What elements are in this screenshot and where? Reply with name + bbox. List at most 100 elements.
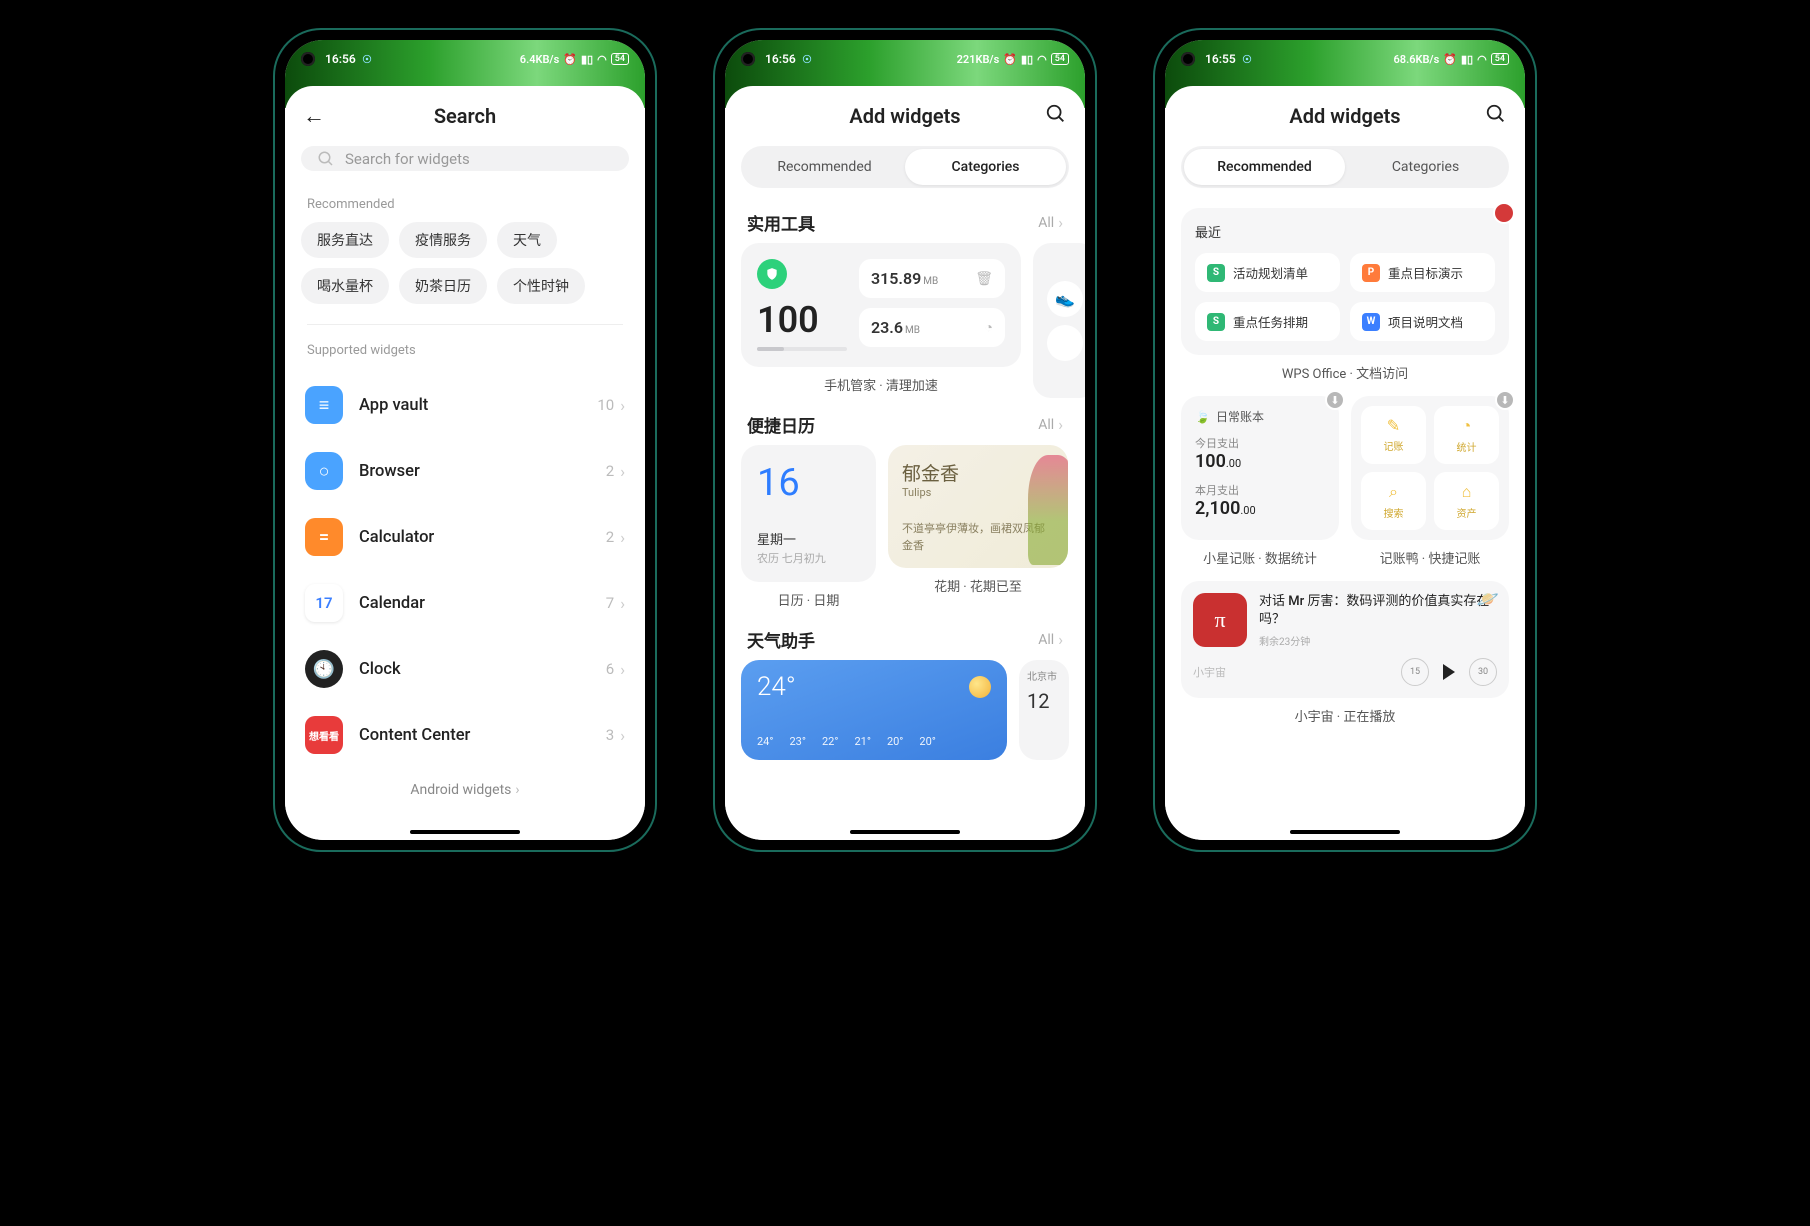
home-indicator[interactable] bbox=[850, 830, 960, 834]
quick-action[interactable]: ◔统计 bbox=[1434, 406, 1499, 464]
wps-doc-item[interactable]: S活动规划清单 bbox=[1195, 253, 1340, 292]
calendar-widget[interactable]: 16 星期一 农历 七月初九 bbox=[741, 445, 876, 582]
widget-carousel[interactable]: 24° 24° 23° 22° 21° 20° 20° 北京市 12 bbox=[725, 660, 1085, 760]
weather-temp: 24° bbox=[757, 672, 796, 702]
tab-recommended[interactable]: Recommended bbox=[1184, 149, 1345, 185]
widget-caption: 小宇宙 · 正在播放 bbox=[1165, 698, 1525, 729]
chip[interactable]: 服务直达 bbox=[301, 222, 389, 258]
podcast-remaining: 剩余23分钟 bbox=[1259, 633, 1497, 648]
chevron-right-icon: › bbox=[620, 726, 625, 745]
quick-actions-widget[interactable]: ⬇ ✎记账 ◔统计 ⌕搜索 ⌂资产 bbox=[1351, 396, 1509, 540]
section-header: 实用工具 All › bbox=[725, 196, 1085, 243]
search-icon[interactable] bbox=[1045, 103, 1067, 129]
chip[interactable]: 喝水量杯 bbox=[301, 268, 389, 304]
list-item[interactable]: = Calculator 2 › bbox=[301, 504, 629, 570]
all-link[interactable]: All bbox=[1038, 215, 1054, 231]
rewind-button[interactable]: 15 bbox=[1401, 658, 1429, 686]
chevron-right-icon: › bbox=[1058, 630, 1063, 649]
all-link[interactable]: All bbox=[1038, 632, 1054, 648]
status-right: 68.6KB/s ⏰ ▮▯ ◠ 54 bbox=[1394, 53, 1510, 66]
wallet-icon: ⌂ bbox=[1462, 482, 1472, 502]
quick-action[interactable]: ⌕搜索 bbox=[1361, 472, 1426, 530]
list-item[interactable]: ≡ App vault 10 › bbox=[301, 372, 629, 438]
chip[interactable]: 奶茶日历 bbox=[399, 268, 487, 304]
home-indicator[interactable] bbox=[410, 830, 520, 834]
android-widgets-link[interactable]: Android widgets› bbox=[285, 772, 645, 816]
phone-frame-1: 16:56 6.4KB/s ⏰ ▮▯ ◠ 54 ← Search Search … bbox=[275, 30, 655, 850]
chip[interactable]: 疫情服务 bbox=[399, 222, 487, 258]
tab-recommended[interactable]: Recommended bbox=[744, 149, 905, 185]
download-badge-icon: ⬇ bbox=[1495, 390, 1515, 410]
list-item[interactable]: ○ Browser 2 › bbox=[301, 438, 629, 504]
chevron-right-icon: › bbox=[620, 660, 625, 679]
alarm-icon: ⏰ bbox=[563, 53, 577, 66]
forward-button[interactable]: 30 bbox=[1469, 658, 1497, 686]
section-header: 便捷日历 All › bbox=[725, 398, 1085, 445]
tab-categories[interactable]: Categories bbox=[1345, 149, 1506, 185]
search-input[interactable]: Search for widgets bbox=[301, 146, 629, 171]
sun-icon bbox=[969, 676, 991, 698]
weather-widget[interactable]: 24° 24° 23° 22° 21° 20° 20° bbox=[741, 660, 1007, 760]
podcast-title: 对话 Mr 厉害：数码评测的价值真实存在吗？ bbox=[1259, 593, 1497, 629]
quick-action[interactable]: ⌂资产 bbox=[1434, 472, 1499, 530]
memory-card[interactable]: 315.89MB 🗑 bbox=[859, 259, 1005, 298]
section-title: 实用工具 bbox=[747, 210, 815, 235]
widget-carousel[interactable]: 100 315.89MB 🗑 23.6MB ◔ bbox=[725, 243, 1085, 398]
net-speed: 221KB/s bbox=[957, 53, 1000, 66]
flower-widget[interactable]: 郁金香 Tulips 不道亭亭伊薄妆，画裙双凤郁金香 bbox=[888, 445, 1068, 568]
calendar-weekday: 星期一 bbox=[757, 529, 860, 548]
phone-frame-3: 16:55 68.6KB/s ⏰ ▮▯ ◠ 54 Add widgets Rec… bbox=[1155, 30, 1535, 850]
chevron-right-icon: › bbox=[620, 396, 625, 415]
list-item-count: 3 bbox=[606, 726, 614, 744]
list-item[interactable]: 想看看 Content Center 3 › bbox=[301, 702, 629, 768]
hourly-temps: 24° 23° 22° 21° 20° 20° bbox=[757, 735, 991, 748]
alarm-icon: ⏰ bbox=[1003, 53, 1017, 66]
chip[interactable]: 天气 bbox=[497, 222, 557, 258]
security-widget[interactable]: 100 315.89MB 🗑 23.6MB ◔ bbox=[741, 243, 1021, 367]
back-icon[interactable]: ← bbox=[303, 103, 325, 129]
wifi-icon: ◠ bbox=[597, 53, 607, 66]
podcast-artwork: π bbox=[1193, 593, 1247, 647]
section-title: 天气助手 bbox=[747, 627, 815, 652]
location-icon bbox=[1242, 54, 1252, 64]
list-item[interactable]: 🕙 Clock 6 › bbox=[301, 636, 629, 702]
chevron-right-icon: › bbox=[1058, 213, 1063, 232]
list-item-name: Browser bbox=[359, 462, 420, 481]
account-widget[interactable]: ⬇ 🍃日常账本 今日支出 100.00 本月支出 2,100.00 bbox=[1181, 396, 1339, 540]
wifi-icon: ◠ bbox=[1477, 53, 1487, 66]
today-spend-label: 今日支出 bbox=[1195, 435, 1325, 451]
search-icon[interactable] bbox=[1485, 103, 1507, 129]
month-spend-label: 本月支出 bbox=[1195, 482, 1325, 498]
net-speed: 68.6KB/s bbox=[1394, 53, 1440, 66]
widget-carousel[interactable]: 16 星期一 农历 七月初九 日历 · 日期 郁金香 Tulips 不道亭亭伊薄… bbox=[725, 445, 1085, 613]
wps-widget[interactable]: 最近 S活动规划清单 P重点目标演示 S重点任务排期 W项目说明文档 bbox=[1181, 208, 1509, 355]
widget-caption: WPS Office · 文档访问 bbox=[1165, 355, 1525, 386]
all-link[interactable]: All bbox=[1038, 417, 1054, 433]
status-time: 16:56 bbox=[325, 52, 356, 66]
podcast-widget[interactable]: 🪐 π 对话 Mr 厉害：数码评测的价值真实存在吗？ 剩余23分钟 小宇宙 15… bbox=[1181, 581, 1509, 698]
tab-categories[interactable]: Categories bbox=[905, 149, 1066, 185]
alarm-icon: ⏰ bbox=[1443, 53, 1457, 66]
widget-peek[interactable]: 👟 bbox=[1033, 243, 1085, 398]
wps-doc-item[interactable]: W项目说明文档 bbox=[1350, 302, 1495, 341]
doc-type-icon: W bbox=[1362, 313, 1380, 331]
chip[interactable]: 个性时钟 bbox=[497, 268, 585, 304]
status-time: 16:55 bbox=[1205, 52, 1236, 66]
wps-doc-item[interactable]: P重点目标演示 bbox=[1350, 253, 1495, 292]
weather-peek[interactable]: 北京市 12 bbox=[1019, 660, 1069, 760]
list-item[interactable]: 17 Calendar 7 › bbox=[301, 570, 629, 636]
flower-illustration bbox=[1028, 455, 1068, 565]
play-button[interactable] bbox=[1443, 664, 1455, 680]
browser-icon: ○ bbox=[305, 452, 343, 490]
quick-action[interactable]: ✎记账 bbox=[1361, 406, 1426, 464]
signal-icon: ▮▯ bbox=[1461, 53, 1473, 66]
home-indicator[interactable] bbox=[1290, 830, 1400, 834]
widget-list: ≡ App vault 10 › ○ Browser 2 › = Calcula… bbox=[285, 368, 645, 772]
search-icon: ⌕ bbox=[1389, 482, 1398, 502]
wps-doc-item[interactable]: S重点任务排期 bbox=[1195, 302, 1340, 341]
content: ← Search Search for widgets Recommended … bbox=[285, 86, 645, 840]
net-speed: 6.4KB/s bbox=[520, 53, 560, 66]
storage-card[interactable]: 23.6MB ◔ bbox=[859, 308, 1005, 347]
screen: 16:56 6.4KB/s ⏰ ▮▯ ◠ 54 ← Search Search … bbox=[285, 40, 645, 840]
status-bar: 16:56 221KB/s ⏰ ▮▯ ◠ 54 bbox=[725, 40, 1085, 78]
